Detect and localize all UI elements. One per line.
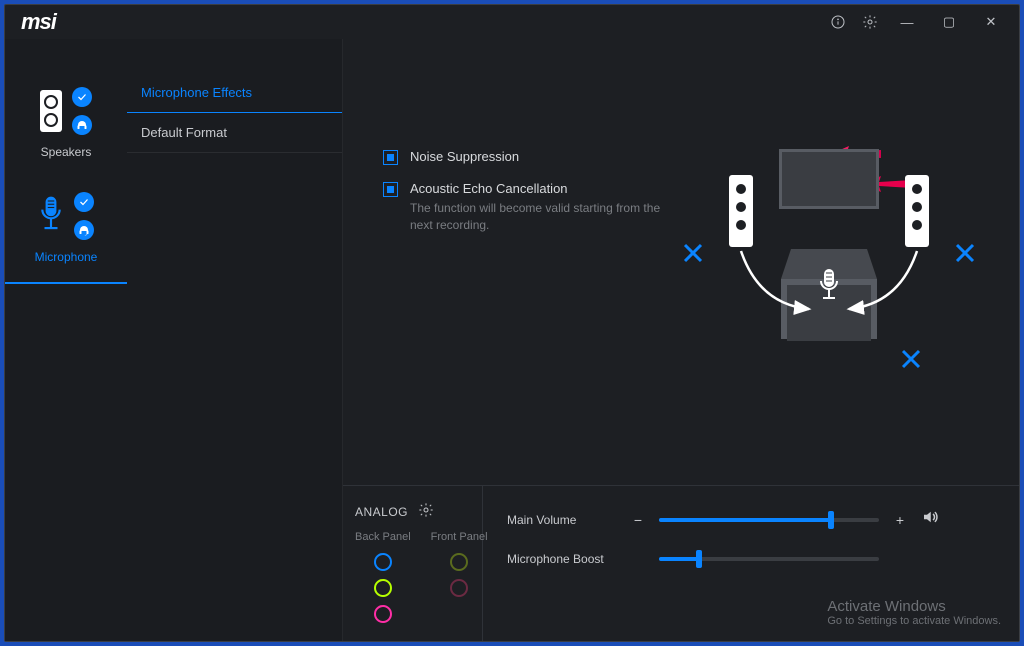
headphone-badge	[72, 115, 92, 135]
echo-diagram	[669, 129, 989, 399]
effects-content: Noise Suppression Acoustic Echo Cancella…	[343, 39, 1019, 485]
volume-icon[interactable]	[921, 508, 939, 531]
device-label: Microphone	[35, 250, 98, 264]
mic-boost-row: Microphone Boost −	[507, 551, 995, 567]
sidebar: Speakers Microphone Mi	[5, 39, 343, 641]
footer: ANALOG Back Panel Front P	[343, 485, 1019, 641]
info-icon[interactable]	[823, 7, 853, 37]
mic-boost-slider[interactable]	[659, 557, 879, 561]
jack-back-2[interactable]	[374, 605, 392, 623]
jack-back-0[interactable]	[374, 553, 392, 571]
volume-decrease-button[interactable]: −	[631, 512, 645, 528]
maximize-button[interactable]: ▢	[929, 7, 969, 37]
headset-mic-badge	[74, 220, 94, 240]
slider-fill	[659, 518, 831, 522]
app-window: msi — ▢ ✕	[4, 4, 1020, 642]
analog-title: ANALOG	[355, 505, 408, 519]
brand-logo: msi	[21, 9, 56, 35]
analog-panel: ANALOG Back Panel Front P	[343, 486, 483, 641]
menu-default-format[interactable]: Default Format	[127, 113, 342, 153]
slider-thumb[interactable]	[828, 511, 834, 529]
jack-front-1[interactable]	[450, 579, 468, 597]
volume-increase-button[interactable]: +	[893, 512, 907, 528]
titlebar-actions: — ▢ ✕	[823, 7, 1011, 37]
close-button[interactable]: ✕	[971, 7, 1011, 37]
option-label: Acoustic Echo Cancellation	[410, 181, 670, 196]
device-microphone[interactable]: Microphone	[5, 178, 127, 284]
windows-activation-watermark: Activate Windows Go to Settings to activ…	[827, 598, 1001, 627]
slider-thumb[interactable]	[696, 550, 702, 568]
check-badge	[72, 87, 92, 107]
back-panel-label: Back Panel	[355, 531, 411, 543]
speaker-icon	[40, 90, 62, 132]
device-column: Speakers Microphone	[5, 39, 127, 641]
jack-front-0[interactable]	[450, 553, 468, 571]
noise-suppression-checkbox[interactable]	[383, 150, 398, 165]
gear-icon[interactable]	[855, 7, 885, 37]
main-volume-row: Main Volume − +	[507, 508, 995, 531]
slider-label: Main Volume	[507, 513, 617, 527]
option-note: The function will become valid starting …	[410, 200, 670, 234]
gear-icon[interactable]	[418, 502, 434, 521]
option-label: Noise Suppression	[410, 149, 519, 164]
echo-cancellation-checkbox[interactable]	[383, 182, 398, 197]
slider-fill	[659, 557, 699, 561]
microphone-icon	[38, 194, 64, 239]
menu-column: Microphone Effects Default Format	[127, 39, 342, 641]
watermark-title: Activate Windows	[827, 598, 1001, 615]
menu-microphone-effects[interactable]: Microphone Effects	[127, 73, 342, 113]
minimize-button[interactable]: —	[887, 7, 927, 37]
slider-label: Microphone Boost	[507, 552, 617, 566]
front-panel-label: Front Panel	[431, 531, 488, 543]
check-badge	[74, 192, 94, 212]
device-speakers[interactable]: Speakers	[5, 73, 127, 178]
watermark-subtitle: Go to Settings to activate Windows.	[827, 615, 1001, 627]
jack-back-1[interactable]	[374, 579, 392, 597]
main-panel: Noise Suppression Acoustic Echo Cancella…	[343, 39, 1019, 641]
main-volume-slider[interactable]	[659, 518, 879, 522]
titlebar: msi — ▢ ✕	[5, 5, 1019, 39]
device-label: Speakers	[41, 145, 92, 159]
